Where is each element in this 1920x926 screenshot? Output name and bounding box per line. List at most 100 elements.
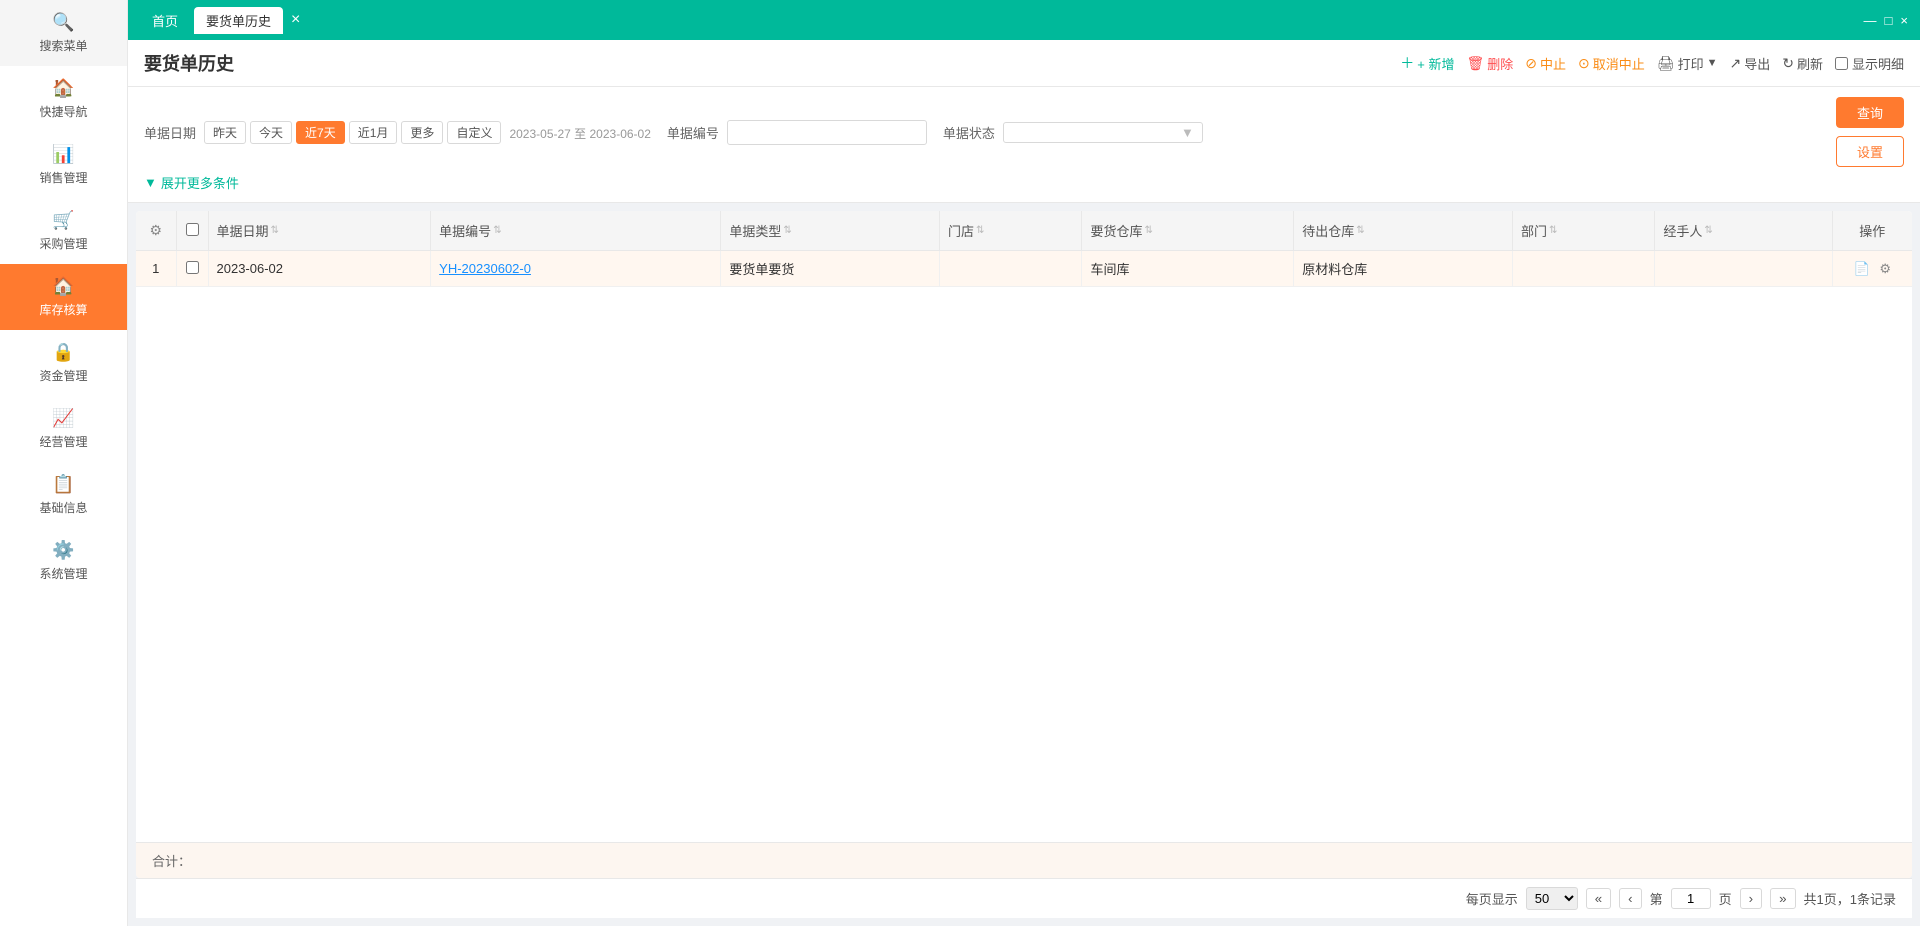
sidebar-item-operations[interactable]: 📈 经营管理 — [0, 396, 127, 462]
export-button[interactable]: ↗ 导出 — [1729, 54, 1770, 73]
page-suffix: 页 — [1719, 889, 1732, 908]
sidebar-item-quicknav[interactable]: 🏠 快捷导航 — [0, 66, 127, 132]
select-all-checkbox[interactable] — [186, 223, 199, 236]
sidebar-item-system[interactable]: ⚙️ 系统管理 — [0, 528, 127, 594]
cart-icon: 🛒 — [52, 210, 74, 231]
display-detail-checkbox[interactable] — [1835, 57, 1848, 70]
sidebar-item-label: 基础信息 — [39, 499, 87, 516]
minimize-icon[interactable]: — — [1864, 13, 1877, 28]
window-close-icon[interactable]: × — [1900, 13, 1908, 28]
query-button[interactable]: 查询 — [1836, 97, 1904, 128]
th-pending-warehouse: 待出仓库 ⇅ — [1294, 211, 1513, 251]
basic-icon: 📋 — [52, 474, 74, 495]
row-ops: 📄 ⚙ — [1832, 251, 1912, 287]
row-checkbox[interactable] — [186, 261, 199, 274]
sidebar-item-label: 快捷导航 — [39, 103, 87, 120]
sort-handler-icon[interactable]: ⇅ — [1704, 225, 1712, 236]
chart-icon: 📊 — [52, 144, 74, 165]
per-page-select[interactable]: 50 10 20 100 — [1526, 887, 1578, 910]
expand-more-btn[interactable]: ▼ 展开更多条件 — [144, 173, 1904, 192]
maximize-icon[interactable]: □ — [1885, 13, 1893, 28]
sidebar-item-finance[interactable]: 🔒 资金管理 — [0, 330, 127, 396]
row-num: 1 — [136, 251, 176, 287]
cancel-stop-button[interactable]: ⊙ 取消中止 — [1578, 54, 1645, 73]
status-select[interactable]: ▼ — [1003, 122, 1203, 143]
first-page-btn[interactable]: « — [1586, 888, 1611, 909]
lock-icon: 🔒 — [52, 342, 74, 363]
header-actions: ＋ + 新增 🗑 删除 ⊘ 中止 ⊙ 取消中止 🖨 打印 — [1400, 53, 1904, 73]
close-tab-icon[interactable]: × — [291, 11, 300, 29]
tab-current[interactable]: 要货单历史 — [194, 7, 283, 34]
sort-orderno-icon[interactable]: ⇅ — [493, 225, 501, 236]
sidebar-item-basic[interactable]: 📋 基础信息 — [0, 462, 127, 528]
date-range-display: 2023-05-27 至 2023-06-02 — [509, 125, 650, 142]
page-header: 要货单历史 ＋ + 新增 🗑 删除 ⊘ 中止 ⊙ 取消中止 — [128, 40, 1920, 87]
date-btn-yesterday[interactable]: 昨天 — [204, 121, 246, 144]
pagination: 每页显示 50 10 20 100 « ‹ 第 页 › » 共1页，1条记录 — [136, 878, 1912, 918]
sort-dept-icon[interactable]: ⇅ — [1549, 225, 1557, 236]
th-dept: 部门 ⇅ — [1512, 211, 1654, 251]
next-page-btn[interactable]: › — [1740, 888, 1762, 909]
refresh-button[interactable]: ↻ 刷新 — [1782, 54, 1823, 73]
order-no-input[interactable] — [727, 120, 927, 145]
order-no-link[interactable]: YH-20230602-0 — [439, 261, 531, 276]
page-title: 要货单历史 — [144, 50, 234, 76]
date-btn-more[interactable]: 更多 — [401, 121, 443, 144]
sidebar-item-sales[interactable]: 📊 销售管理 — [0, 132, 127, 198]
date-btn-1month[interactable]: 近1月 — [349, 121, 398, 144]
th-ops: 操作 — [1832, 211, 1912, 251]
display-detail-toggle[interactable]: 显示明细 — [1835, 54, 1904, 73]
sort-store-icon[interactable]: ⇅ — [976, 225, 984, 236]
last-page-btn[interactable]: » — [1770, 888, 1795, 909]
th-checkbox — [176, 211, 208, 251]
row-dept — [1512, 251, 1654, 287]
order-no-label: 单据编号 — [667, 123, 719, 142]
sidebar-item-purchase[interactable]: 🛒 采购管理 — [0, 198, 127, 264]
filter-area: 单据日期 昨天 今天 近7天 近1月 更多 自定义 2023-05-27 至 2… — [128, 87, 1920, 203]
sort-reqwh-icon[interactable]: ⇅ — [1144, 225, 1152, 236]
print-button[interactable]: 🖨 打印 ▼ — [1657, 54, 1718, 73]
add-button[interactable]: ＋ + 新增 — [1400, 53, 1454, 73]
row-type: 要货单要货 — [721, 251, 940, 287]
sort-type-icon[interactable]: ⇅ — [783, 225, 791, 236]
th-type: 单据类型 ⇅ — [721, 211, 940, 251]
stop-button[interactable]: ⊘ 中止 — [1525, 54, 1566, 73]
sort-pendwh-icon[interactable]: ⇅ — [1356, 225, 1364, 236]
row-pending-warehouse: 原材料仓库 — [1294, 251, 1513, 287]
page-input[interactable] — [1671, 888, 1711, 909]
footer-label: 合计： — [152, 854, 191, 869]
print-icon: 🖨 — [1657, 55, 1675, 72]
date-btn-today[interactable]: 今天 — [250, 121, 292, 144]
date-btn-custom[interactable]: 自定义 — [447, 121, 501, 144]
row-delete-icon[interactable]: ⚙ — [1879, 261, 1891, 276]
delete-button[interactable]: 🗑 删除 — [1467, 54, 1514, 73]
table-settings-icon[interactable]: ⚙ — [149, 222, 162, 238]
th-order-no: 单据编号 ⇅ — [431, 211, 721, 251]
row-checkbox-cell — [176, 251, 208, 287]
prev-page-btn[interactable]: ‹ — [1619, 888, 1641, 909]
print-dropdown-icon[interactable]: ▼ — [1707, 57, 1718, 69]
th-store: 门店 ⇅ — [940, 211, 1082, 251]
gear-icon: ⚙️ — [52, 540, 74, 561]
sidebar-item-label: 系统管理 — [39, 565, 87, 582]
page-label: 第 — [1650, 889, 1663, 908]
sidebar-item-label: 采购管理 — [39, 235, 87, 252]
sidebar-item-inventory[interactable]: 🏠 库存核算 — [0, 264, 127, 330]
per-page-label: 每页显示 — [1466, 889, 1518, 908]
tab-home[interactable]: 首页 — [140, 7, 190, 34]
expand-icon: ▼ — [144, 175, 157, 190]
sidebar-item-search[interactable]: 🔍 搜索菜单 — [0, 0, 127, 66]
sidebar: 🔍 搜索菜单 🏠 快捷导航 📊 销售管理 🛒 采购管理 🏠 库存核算 🔒 资金管… — [0, 0, 128, 926]
row-edit-icon[interactable]: 📄 — [1854, 261, 1870, 276]
set-button[interactable]: 设置 — [1836, 136, 1904, 167]
action-buttons: 查询 设置 — [1836, 97, 1904, 167]
export-icon: ↗ — [1729, 55, 1741, 72]
table-footer: 合计： — [136, 842, 1912, 878]
sort-date-icon[interactable]: ⇅ — [271, 225, 279, 236]
status-dropdown-icon: ▼ — [1181, 125, 1194, 140]
ops-icon: 📈 — [52, 408, 74, 429]
th-handler: 经手人 ⇅ — [1655, 211, 1832, 251]
row-order-no: YH-20230602-0 — [431, 251, 721, 287]
table-wrap: ⚙ 单据日期 ⇅ — [136, 211, 1912, 878]
date-btn-7days[interactable]: 近7天 — [296, 121, 345, 144]
